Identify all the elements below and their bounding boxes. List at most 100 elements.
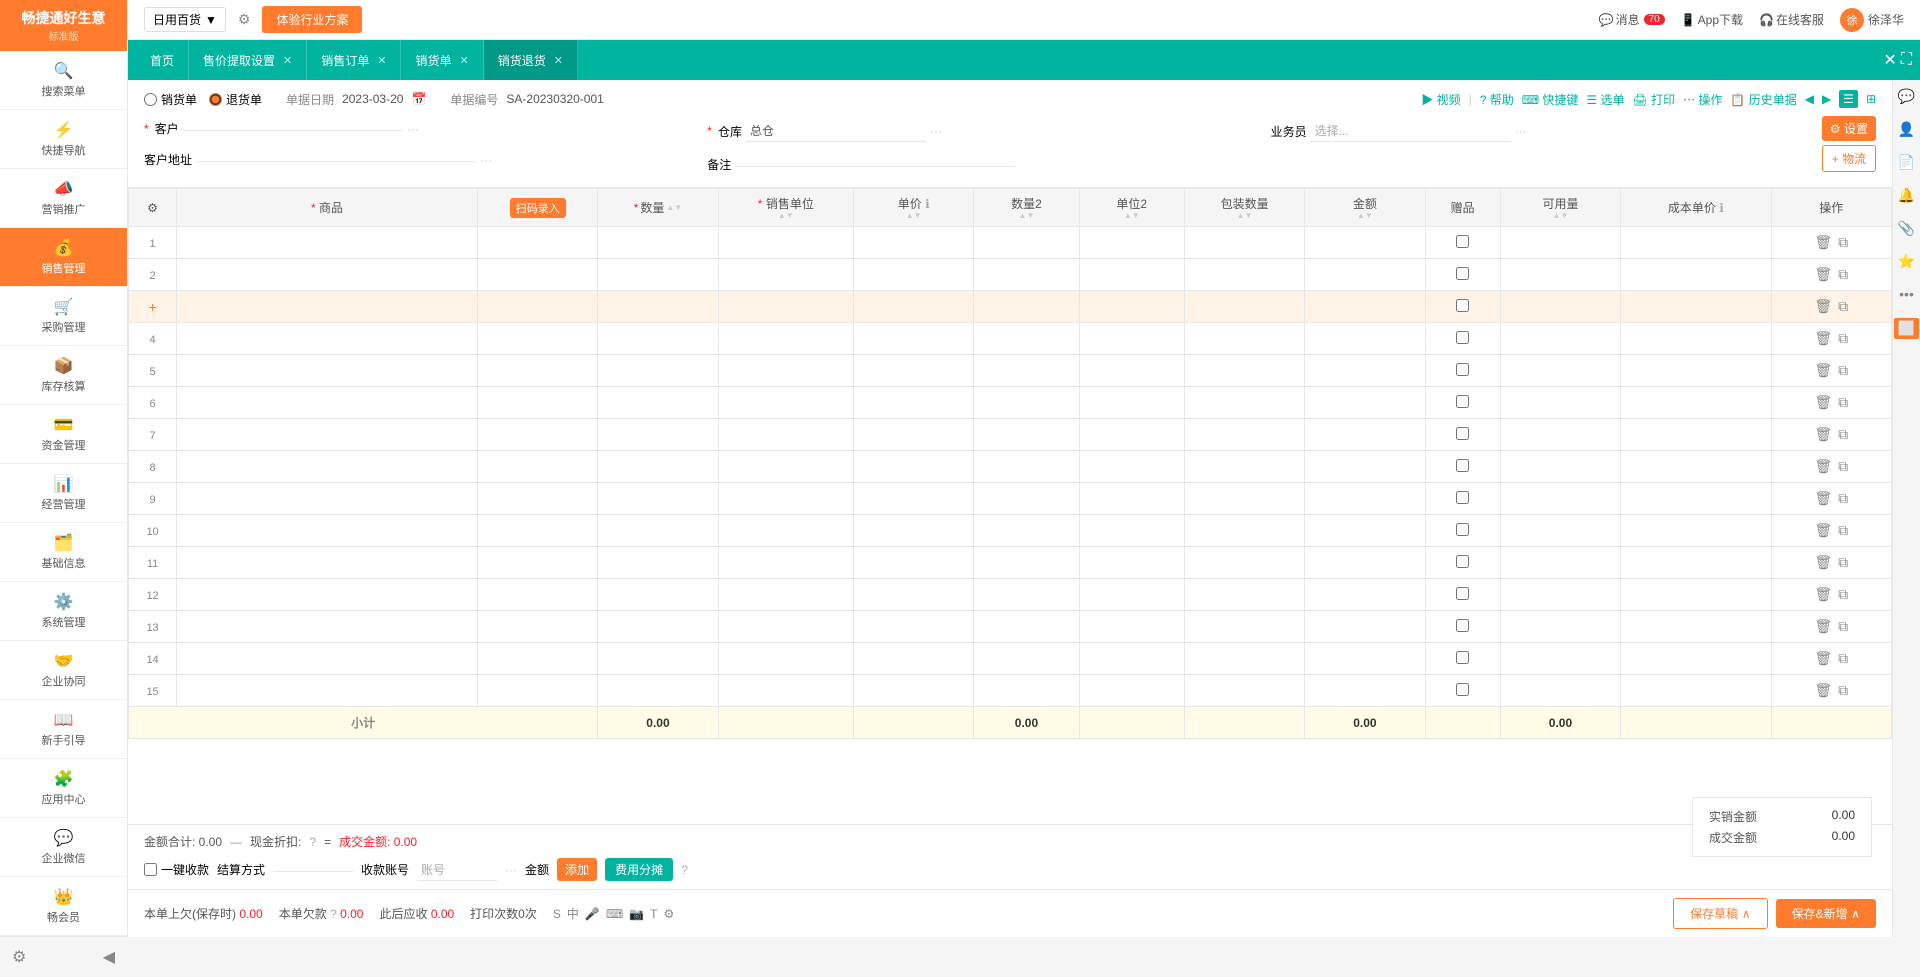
radio-sales[interactable]: 销货单 <box>144 91 197 108</box>
unit2-cell[interactable] <box>1079 355 1184 387</box>
available-cell[interactable] <box>1500 643 1620 675</box>
qty2-cell[interactable] <box>974 227 1079 259</box>
gift-checkbox[interactable] <box>1456 235 1469 248</box>
toolbar-shortcut[interactable]: ⌨ 快捷键 <box>1522 91 1579 108</box>
sidebar-item-inventory[interactable]: 📦 库存核算 <box>0 346 127 405</box>
qty2-cell[interactable] <box>974 451 1079 483</box>
gift-cell[interactable] <box>1425 451 1500 483</box>
copy-row-icon[interactable]: ⧉ <box>1838 330 1848 347</box>
available-cell[interactable] <box>1500 259 1620 291</box>
gift-cell[interactable] <box>1425 419 1500 451</box>
sales-unit-cell[interactable] <box>718 547 853 579</box>
available-cell[interactable] <box>1500 323 1620 355</box>
copy-row-icon[interactable]: ⧉ <box>1838 490 1848 507</box>
qty-cell[interactable] <box>598 451 718 483</box>
sales-unit-cell[interactable] <box>718 291 853 323</box>
delete-row-icon[interactable]: 🗑 <box>1814 618 1832 635</box>
pack-qty-cell[interactable] <box>1184 515 1304 547</box>
gift-cell[interactable] <box>1425 259 1500 291</box>
cost-price-cell[interactable] <box>1621 227 1771 259</box>
tab-sales[interactable]: 销货单 ✕ <box>401 40 483 80</box>
gift-checkbox[interactable] <box>1456 683 1469 696</box>
pack-qty-cell[interactable] <box>1184 227 1304 259</box>
toolbar-nav-prev[interactable]: ◀ <box>1805 92 1814 106</box>
toolbar-select[interactable]: ☰ 选单 <box>1586 91 1624 108</box>
unit-price-cell[interactable] <box>854 419 974 451</box>
amount-cell[interactable] <box>1305 419 1425 451</box>
delete-row-icon[interactable]: 🗑 <box>1814 234 1832 251</box>
sidebar-item-member[interactable]: 👑 畅会员 <box>0 877 127 936</box>
sp-active-icon[interactable]: ⬜ <box>1894 318 1919 339</box>
sidebar-item-purchase[interactable]: 🛒 采购管理 <box>0 287 127 346</box>
toolbar-video[interactable]: ▶ 视频 <box>1421 91 1460 108</box>
sales-unit-cell[interactable] <box>718 451 853 483</box>
qty2-cell[interactable] <box>974 387 1079 419</box>
unit-price-cell[interactable] <box>854 483 974 515</box>
qty2-cell[interactable] <box>974 483 1079 515</box>
qty-cell[interactable] <box>598 675 718 707</box>
amount-cell[interactable] <box>1305 515 1425 547</box>
gift-checkbox[interactable] <box>1456 587 1469 600</box>
cost-price-cell[interactable] <box>1621 451 1771 483</box>
amount-cell[interactable] <box>1305 387 1425 419</box>
tab-sales-return[interactable]: 销货退货 ✕ <box>484 40 578 80</box>
pack-qty-cell[interactable] <box>1184 675 1304 707</box>
qty-cell[interactable] <box>598 515 718 547</box>
gift-cell[interactable] <box>1425 643 1500 675</box>
unit-price-cell[interactable] <box>854 675 974 707</box>
pack-qty-cell[interactable] <box>1184 291 1304 323</box>
sales-unit-cell[interactable] <box>718 579 853 611</box>
pack-qty-cell[interactable] <box>1184 643 1304 675</box>
one-pay-checkbox[interactable] <box>144 863 157 876</box>
sales-unit-cell[interactable] <box>718 387 853 419</box>
settings-icon[interactable]: ⚙ <box>12 947 26 967</box>
amount-cell[interactable] <box>1305 355 1425 387</box>
toolbar-view-list[interactable]: ☰ <box>1839 90 1858 108</box>
qty2-cell[interactable] <box>974 579 1079 611</box>
qty-cell[interactable] <box>598 643 718 675</box>
pack-qty-cell[interactable] <box>1184 451 1304 483</box>
gift-checkbox[interactable] <box>1456 427 1469 440</box>
delete-row-icon[interactable]: 🗑 <box>1814 266 1832 283</box>
sidebar-item-appstore[interactable]: 🧩 应用中心 <box>0 759 127 818</box>
delete-row-icon[interactable]: 🗑 <box>1814 682 1832 699</box>
unit-price-cell[interactable] <box>854 451 974 483</box>
tab-home[interactable]: 首页 <box>136 40 189 80</box>
gift-cell[interactable] <box>1425 611 1500 643</box>
available-cell[interactable] <box>1500 291 1620 323</box>
gift-cell[interactable] <box>1425 579 1500 611</box>
add-btn[interactable]: 添加 <box>557 858 597 881</box>
unit2-cell[interactable] <box>1079 259 1184 291</box>
unit2-cell[interactable] <box>1079 515 1184 547</box>
gift-cell[interactable] <box>1425 547 1500 579</box>
sidebar-item-enterprise[interactable]: 🤝 企业协同 <box>0 641 127 700</box>
sp-more-icon[interactable]: ••• <box>1899 286 1914 302</box>
copy-row-icon[interactable]: ⧉ <box>1838 458 1848 475</box>
product-input[interactable] <box>181 300 473 314</box>
gift-checkbox[interactable] <box>1456 363 1469 376</box>
note-input[interactable] <box>735 162 1015 167</box>
amount-cell[interactable] <box>1305 227 1425 259</box>
pack-qty-cell[interactable] <box>1184 611 1304 643</box>
unit2-cell[interactable] <box>1079 227 1184 259</box>
gift-checkbox[interactable] <box>1456 395 1469 408</box>
delete-row-icon[interactable]: 🗑 <box>1814 522 1832 539</box>
sales-unit-cell[interactable] <box>718 355 853 387</box>
download-button[interactable]: 📱 App下载 <box>1681 11 1743 28</box>
pack-qty-cell[interactable] <box>1184 355 1304 387</box>
service-button[interactable]: 🎧 在线客服 <box>1759 11 1824 28</box>
qty-cell[interactable] <box>598 547 718 579</box>
sp-user-icon[interactable]: 👤 <box>1898 121 1915 138</box>
amount-cell[interactable] <box>1305 291 1425 323</box>
available-cell[interactable] <box>1500 387 1620 419</box>
qty-cell[interactable] <box>598 227 718 259</box>
available-cell[interactable] <box>1500 547 1620 579</box>
th-settings[interactable]: ⚙ <box>129 189 177 227</box>
copy-row-icon[interactable]: ⧉ <box>1838 266 1848 283</box>
qty-cell[interactable] <box>598 259 718 291</box>
gift-cell[interactable] <box>1425 323 1500 355</box>
delete-row-icon[interactable]: 🗑 <box>1814 586 1832 603</box>
amount-cell[interactable] <box>1305 675 1425 707</box>
sales-unit-cell[interactable] <box>718 227 853 259</box>
pack-qty-cell[interactable] <box>1184 259 1304 291</box>
